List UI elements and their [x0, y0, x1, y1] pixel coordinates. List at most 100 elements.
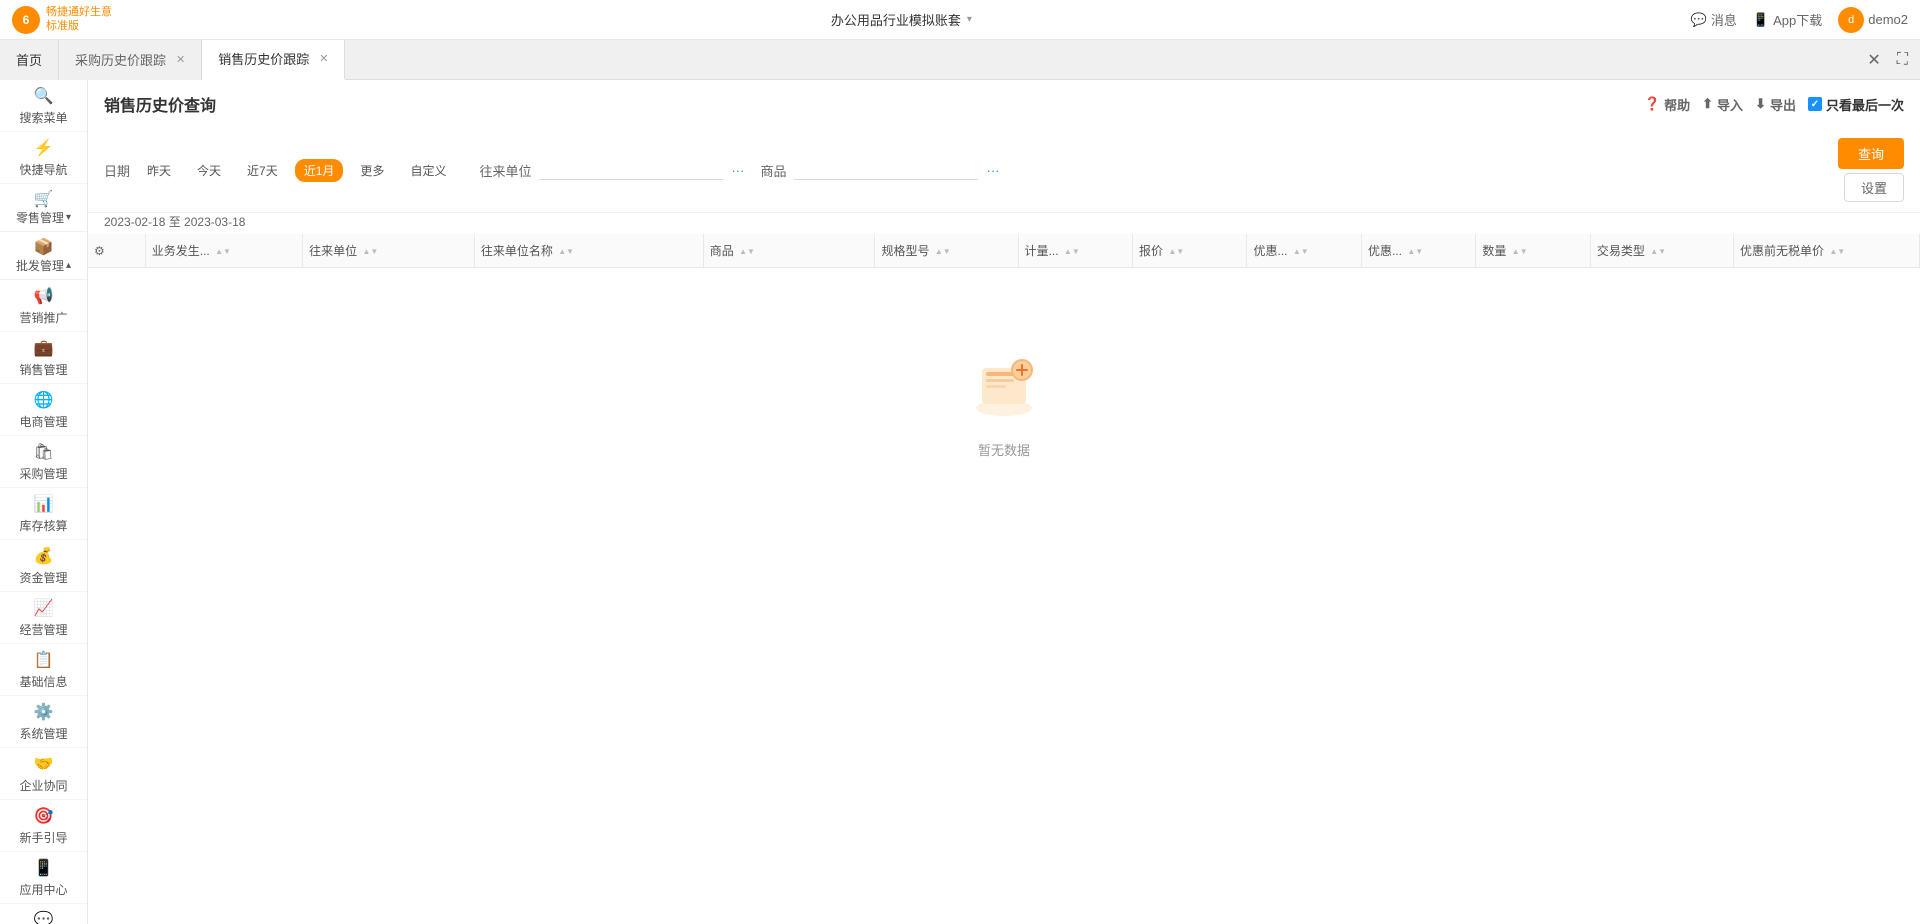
finance-icon: 💰: [34, 546, 54, 566]
sidebar-item-finance[interactable]: 💰 资金管理: [0, 540, 87, 592]
sidebar-item-system[interactable]: ⚙️ 系统管理: [0, 696, 87, 748]
sidebar-item-retail-mgmt[interactable]: 🛒 零售管理 ▾: [0, 184, 87, 232]
app-download-button[interactable]: 📱 App下载: [1753, 10, 1822, 29]
phone-icon: 📱: [1753, 12, 1769, 28]
app-center-icon: 📱: [34, 858, 54, 878]
empty-icon: [964, 348, 1044, 428]
col-discount2-label: 优惠...: [1368, 244, 1402, 258]
tab-sales-history[interactable]: 销售历史价跟踪 ✕: [202, 40, 345, 80]
sidebar-item-purchase-mgmt[interactable]: 🛍 采购管理: [0, 436, 87, 488]
sidebar-item-operations[interactable]: 📈 经营管理: [0, 592, 87, 644]
sidebar-item-app-center[interactable]: 📱 应用中心: [0, 852, 87, 904]
col-partner-name[interactable]: 往来单位名称 ▲▼: [474, 234, 703, 268]
date-btn-today[interactable]: 今天: [188, 159, 230, 182]
col-trade-type[interactable]: 交易类型 ▲▼: [1590, 234, 1733, 268]
settings-button[interactable]: 设置: [1844, 173, 1904, 202]
top-bar-right: 💬 消息 📱 App下载 d demo2: [1691, 7, 1908, 33]
col-pretax-price[interactable]: 优惠前无税单价 ▲▼: [1733, 234, 1919, 268]
tab-home[interactable]: 首页: [0, 40, 59, 80]
sidebar-item-base-info-label: 基础信息: [19, 673, 67, 690]
message-icon: 💬: [1691, 12, 1707, 28]
tab-sales-history-close[interactable]: ✕: [319, 52, 328, 65]
tab-purchase-history-close[interactable]: ✕: [176, 53, 185, 66]
purchase-mgmt-icon: 🛍: [33, 442, 53, 462]
sidebar-item-quick-nav[interactable]: ⚡ 快捷导航: [0, 132, 87, 184]
goods-label: 商品: [760, 161, 786, 180]
goods-dots[interactable]: ···: [986, 163, 999, 178]
date-btn-7days[interactable]: 近7天: [238, 159, 287, 182]
col-biz-date-label: 业务发生...: [152, 244, 210, 258]
breadcrumb-dropdown-icon[interactable]: ▾: [967, 14, 972, 25]
logo-area: 6 畅捷通好生意 标准版: [12, 6, 112, 34]
table-settings-icon[interactable]: ⚙: [94, 244, 105, 258]
only-last-checkbox-icon: ✓: [1808, 97, 1822, 111]
sort-arrows-discount1: ▲▼: [1293, 248, 1309, 256]
wholesale-mgmt-arrow-icon: ▴: [66, 260, 71, 271]
sidebar-item-wholesale-mgmt[interactable]: 📦 批发管理 ▴: [0, 232, 87, 280]
date-btn-yesterday[interactable]: 昨天: [138, 159, 180, 182]
quick-nav-icon: ⚡: [34, 138, 54, 158]
partner-input[interactable]: [539, 160, 723, 180]
retail-mgmt-arrow-icon: ▾: [66, 212, 71, 223]
tab-purchase-history[interactable]: 采购历史价跟踪 ✕: [59, 40, 202, 80]
sidebar-item-sales-mgmt-label: 销售管理: [19, 361, 67, 378]
sidebar-item-marketing-label: 营销推广: [19, 309, 67, 326]
export-button[interactable]: ⬇ 导出: [1755, 95, 1796, 114]
retail-mgmt-icon: 🛒: [34, 189, 54, 209]
col-pretax-price-label: 优惠前无税单价: [1740, 244, 1824, 258]
marketing-icon: 📢: [34, 286, 54, 306]
operations-icon: 📈: [34, 598, 54, 618]
fullscreen-button[interactable]: ⛶: [1893, 47, 1912, 73]
logo-icon: 6: [12, 6, 40, 34]
col-goods-label: 商品: [710, 244, 734, 258]
sidebar: 🔍 搜索菜单 ⚡ 快捷导航 🛒 零售管理 ▾ 📦 批发管理 ▴ 📢 营销推广: [0, 80, 88, 924]
col-discount1-label: 优惠...: [1253, 244, 1287, 258]
message-button[interactable]: 💬 消息: [1691, 10, 1737, 29]
col-partner-code-label: 往来单位: [309, 244, 357, 258]
sidebar-item-cooperation[interactable]: 🤝 企业协同: [0, 748, 87, 800]
col-partner-code[interactable]: 往来单位 ▲▼: [303, 234, 475, 268]
col-gear: ⚙: [88, 234, 145, 268]
sidebar-item-guide[interactable]: 🎯 新手引导: [0, 800, 87, 852]
main-layout: 🔍 搜索菜单 ⚡ 快捷导航 🛒 零售管理 ▾ 📦 批发管理 ▴ 📢 营销推广: [0, 80, 1920, 924]
page-title-row: 销售历史价查询 ❓ 帮助 ⬆ 导入 ⬇ 导出: [104, 92, 1904, 116]
date-btn-1month[interactable]: 近1月: [295, 159, 344, 182]
query-button[interactable]: 查询: [1838, 138, 1904, 169]
sort-arrows-spec: ▲▼: [935, 248, 951, 256]
sidebar-item-inventory-label: 库存核算: [19, 517, 67, 534]
tab-home-label: 首页: [16, 50, 42, 69]
sidebar-item-base-info[interactable]: 📋 基础信息: [0, 644, 87, 696]
col-unit[interactable]: 计量... ▲▼: [1018, 234, 1132, 268]
col-discount1[interactable]: 优惠... ▲▼: [1247, 234, 1361, 268]
sidebar-item-operations-label: 经营管理: [19, 621, 67, 638]
partner-dots[interactable]: ···: [731, 163, 744, 178]
col-goods[interactable]: 商品 ▲▼: [703, 234, 875, 268]
sidebar-item-cooperation-label: 企业协同: [19, 777, 67, 794]
close-all-tabs-button[interactable]: ✕: [1863, 46, 1884, 74]
import-button[interactable]: ⬆ 导入: [1702, 95, 1743, 114]
only-last-checkbox[interactable]: ✓ 只看最后一次: [1808, 95, 1904, 114]
sidebar-item-search-menu[interactable]: 🔍 搜索菜单: [0, 80, 87, 132]
col-biz-date[interactable]: 业务发生... ▲▼: [145, 234, 302, 268]
date-btn-custom[interactable]: 自定义: [401, 159, 455, 182]
sidebar-item-wechat[interactable]: 💬 企业微信: [0, 904, 87, 924]
user-profile[interactable]: d demo2: [1838, 7, 1908, 33]
col-quote[interactable]: 报价 ▲▼: [1133, 234, 1247, 268]
date-filter-group: 日期 昨天 今天 近7天 近1月 更多 自定义: [104, 159, 463, 182]
col-spec[interactable]: 规格型号 ▲▼: [875, 234, 1018, 268]
date-label: 日期: [104, 161, 130, 180]
sidebar-item-sales-mgmt[interactable]: 💼 销售管理: [0, 332, 87, 384]
breadcrumb: 办公用品行业模拟账套 ▾: [831, 10, 972, 29]
col-discount2[interactable]: 优惠... ▲▼: [1361, 234, 1475, 268]
help-button[interactable]: ❓ 帮助: [1644, 95, 1690, 114]
sidebar-item-ecommerce-label: 电商管理: [19, 413, 67, 430]
sidebar-item-marketing[interactable]: 📢 营销推广: [0, 280, 87, 332]
sidebar-item-ecommerce[interactable]: 🌐 电商管理: [0, 384, 87, 436]
date-btn-more[interactable]: 更多: [351, 159, 393, 182]
col-qty[interactable]: 数量 ▲▼: [1476, 234, 1590, 268]
sidebar-item-inventory[interactable]: 📊 库存核算: [0, 488, 87, 540]
goods-input[interactable]: [794, 160, 978, 180]
table-container: ⚙ 业务发生... ▲▼ 往来单位 ▲▼ 往来单位名称: [88, 234, 1920, 924]
partner-label: 往来单位: [479, 161, 531, 180]
page-title-actions: ❓ 帮助 ⬆ 导入 ⬇ 导出 ✓ 只看最后一次: [1644, 95, 1904, 114]
